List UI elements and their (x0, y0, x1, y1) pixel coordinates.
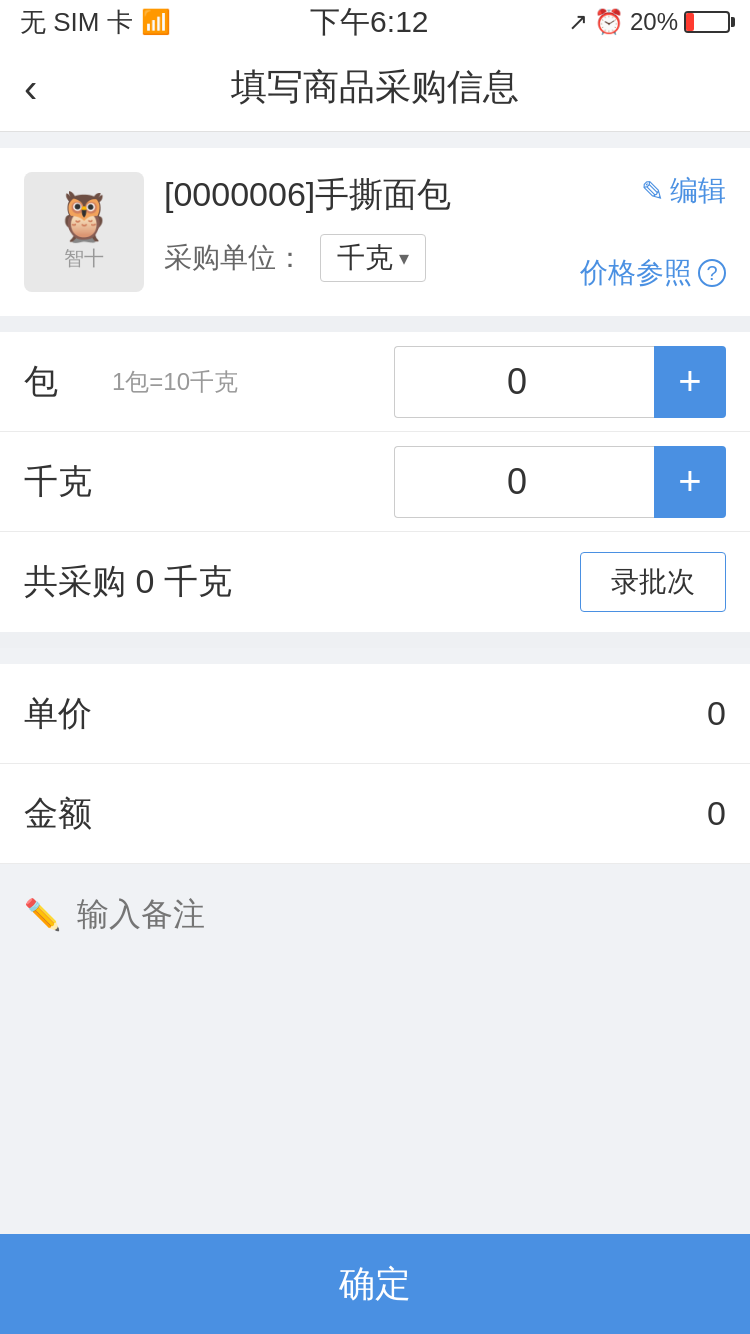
section-divider-1 (0, 316, 750, 332)
input-section: 包 1包=10千克 + 千克 + (0, 332, 750, 532)
amount-value: 0 (707, 794, 726, 833)
kilogram-qty-input[interactable] (394, 446, 654, 518)
edit-icon: ✎ (641, 175, 664, 208)
product-owl-icon: 🦉 (54, 193, 114, 241)
status-left: 无 SIM 卡 📶 (20, 5, 171, 40)
content-spacer (0, 964, 750, 1234)
remark-section: ✏️ (0, 864, 750, 964)
product-thumbnail: 🦉 智十 (24, 172, 144, 292)
alarm-icon: ⏰ (594, 8, 624, 36)
unit-price-value: 0 (707, 694, 726, 733)
bao-qty-input[interactable] (394, 346, 654, 418)
no-sim-label: 无 SIM 卡 (20, 5, 133, 40)
unit-label: 采购单位： (164, 239, 304, 277)
location-icon: ↗ (568, 8, 588, 36)
bao-sub-label: 1包=10千克 (112, 366, 238, 398)
unit-price-row: 单价 0 (0, 664, 750, 764)
amount-label: 金额 (24, 791, 92, 837)
status-time: 下午6:12 (310, 2, 428, 43)
remark-input[interactable] (77, 896, 726, 933)
confirm-button[interactable]: 确定 (0, 1234, 750, 1334)
total-label: 共采购 0 千克 (24, 559, 232, 605)
page-title: 填写商品采购信息 (231, 63, 519, 112)
unit-select[interactable]: 千克 ▾ (320, 234, 426, 282)
edit-label: 编辑 (670, 172, 726, 210)
unit-value: 千克 (337, 239, 393, 277)
total-row: 共采购 0 千克 录批次 (0, 532, 750, 632)
pencil-icon: ✏️ (24, 897, 61, 932)
section-divider-2 (0, 632, 750, 648)
kilogram-row: 千克 + (0, 432, 750, 532)
info-section: 单价 0 金额 0 (0, 664, 750, 864)
help-icon: ? (698, 259, 726, 287)
back-button[interactable]: ‹ (24, 68, 37, 108)
battery-icon (684, 11, 730, 33)
nav-bar: ‹ 填写商品采购信息 (0, 44, 750, 132)
status-right: ↗ ⏰ 20% (568, 8, 730, 36)
battery-percent: 20% (630, 8, 678, 36)
batch-button[interactable]: 录批次 (580, 552, 726, 612)
edit-button[interactable]: ✎ 编辑 (641, 172, 726, 210)
chevron-down-icon: ▾ (399, 246, 409, 270)
price-ref-button[interactable]: 价格参照 ? (580, 254, 726, 292)
kilogram-input-group: + (394, 446, 726, 518)
bao-label: 包 (24, 359, 104, 405)
price-ref-label: 价格参照 (580, 254, 692, 292)
unit-price-label: 单价 (24, 691, 92, 737)
bao-plus-button[interactable]: + (654, 346, 726, 418)
kilogram-plus-button[interactable]: + (654, 446, 726, 518)
wifi-icon: 📶 (141, 8, 171, 36)
bao-input-group: + (394, 346, 726, 418)
bao-row: 包 1包=10千克 + (0, 332, 750, 432)
amount-row: 金额 0 (0, 764, 750, 864)
product-card: 🦉 智十 [0000006]手撕面包 采购单位： 千克 ▾ ✎ 编辑 价格参照 … (0, 148, 750, 316)
status-bar: 无 SIM 卡 📶 下午6:12 ↗ ⏰ 20% (0, 0, 750, 44)
product-thumb-label: 智十 (64, 245, 104, 272)
kilogram-label: 千克 (24, 459, 104, 505)
